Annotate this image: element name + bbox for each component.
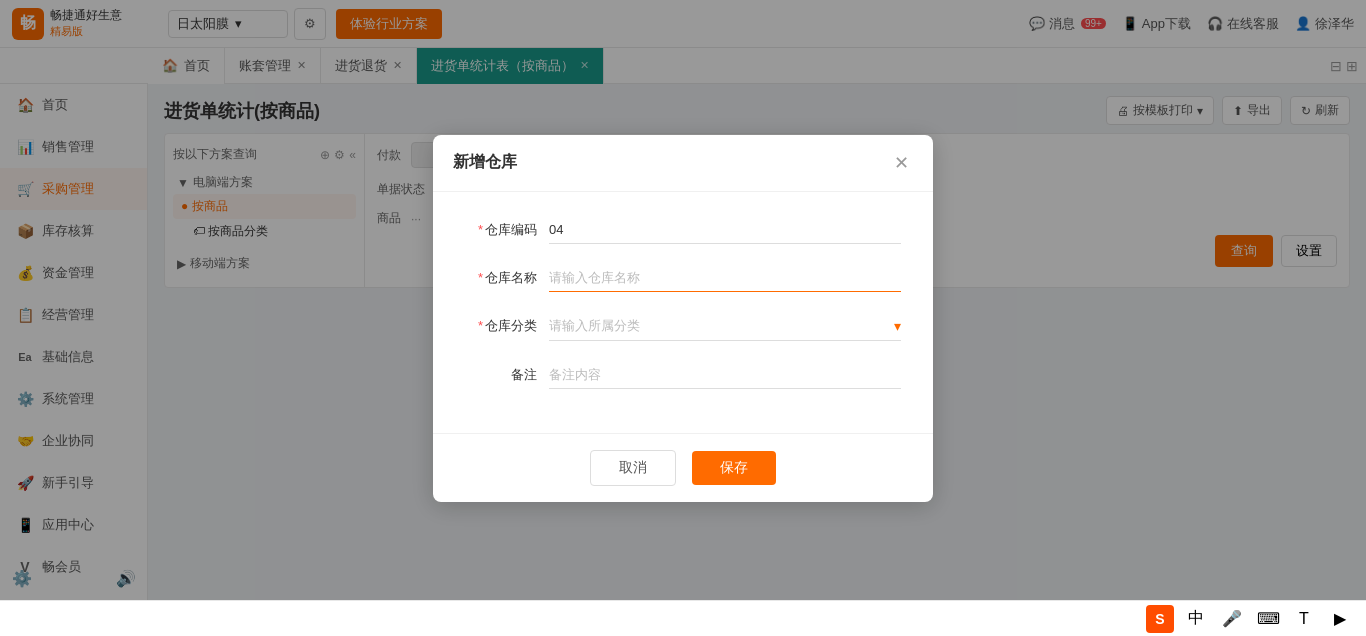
s-logo-icon: S xyxy=(1146,605,1174,633)
dialog-footer: 取消 保存 xyxy=(433,433,933,502)
dialog-header: 新增仓库 ✕ xyxy=(433,135,933,192)
name-label: 仓库名称 xyxy=(465,269,537,287)
note-label: 备注 xyxy=(465,366,537,384)
code-label: 仓库编码 xyxy=(465,221,537,239)
cancel-button[interactable]: 取消 xyxy=(590,450,676,486)
text-icon[interactable]: T xyxy=(1290,605,1318,633)
form-row-name: 仓库名称 xyxy=(465,264,901,292)
play-icon[interactable]: ▶ xyxy=(1326,605,1354,633)
bottom-bar: S 中 🎤 ⌨ T ▶ xyxy=(0,600,1366,636)
code-input[interactable] xyxy=(549,216,901,244)
new-warehouse-dialog: 新增仓库 ✕ 仓库编码 仓库名称 仓库分类 请输入所属分类 ▾ xyxy=(433,135,933,502)
dialog-body: 仓库编码 仓库名称 仓库分类 请输入所属分类 ▾ 备注 xyxy=(433,192,933,433)
form-row-code: 仓库编码 xyxy=(465,216,901,244)
category-label: 仓库分类 xyxy=(465,317,537,335)
category-select[interactable]: 请输入所属分类 xyxy=(549,318,894,333)
form-row-note: 备注 xyxy=(465,361,901,389)
dialog-overlay: 新增仓库 ✕ 仓库编码 仓库名称 仓库分类 请输入所属分类 ▾ xyxy=(0,0,1366,636)
name-input[interactable] xyxy=(549,264,901,292)
save-button[interactable]: 保存 xyxy=(692,451,776,485)
category-select-wrap: 请输入所属分类 ▾ xyxy=(549,312,901,341)
dialog-close-button[interactable]: ✕ xyxy=(889,151,913,175)
dialog-title: 新增仓库 xyxy=(453,152,517,173)
category-chevron-icon: ▾ xyxy=(894,318,901,334)
chinese-input-icon[interactable]: 中 xyxy=(1182,605,1210,633)
note-input[interactable] xyxy=(549,361,901,389)
form-row-category: 仓库分类 请输入所属分类 ▾ xyxy=(465,312,901,341)
microphone-icon[interactable]: 🎤 xyxy=(1218,605,1246,633)
keyboard-icon[interactable]: ⌨ xyxy=(1254,605,1282,633)
